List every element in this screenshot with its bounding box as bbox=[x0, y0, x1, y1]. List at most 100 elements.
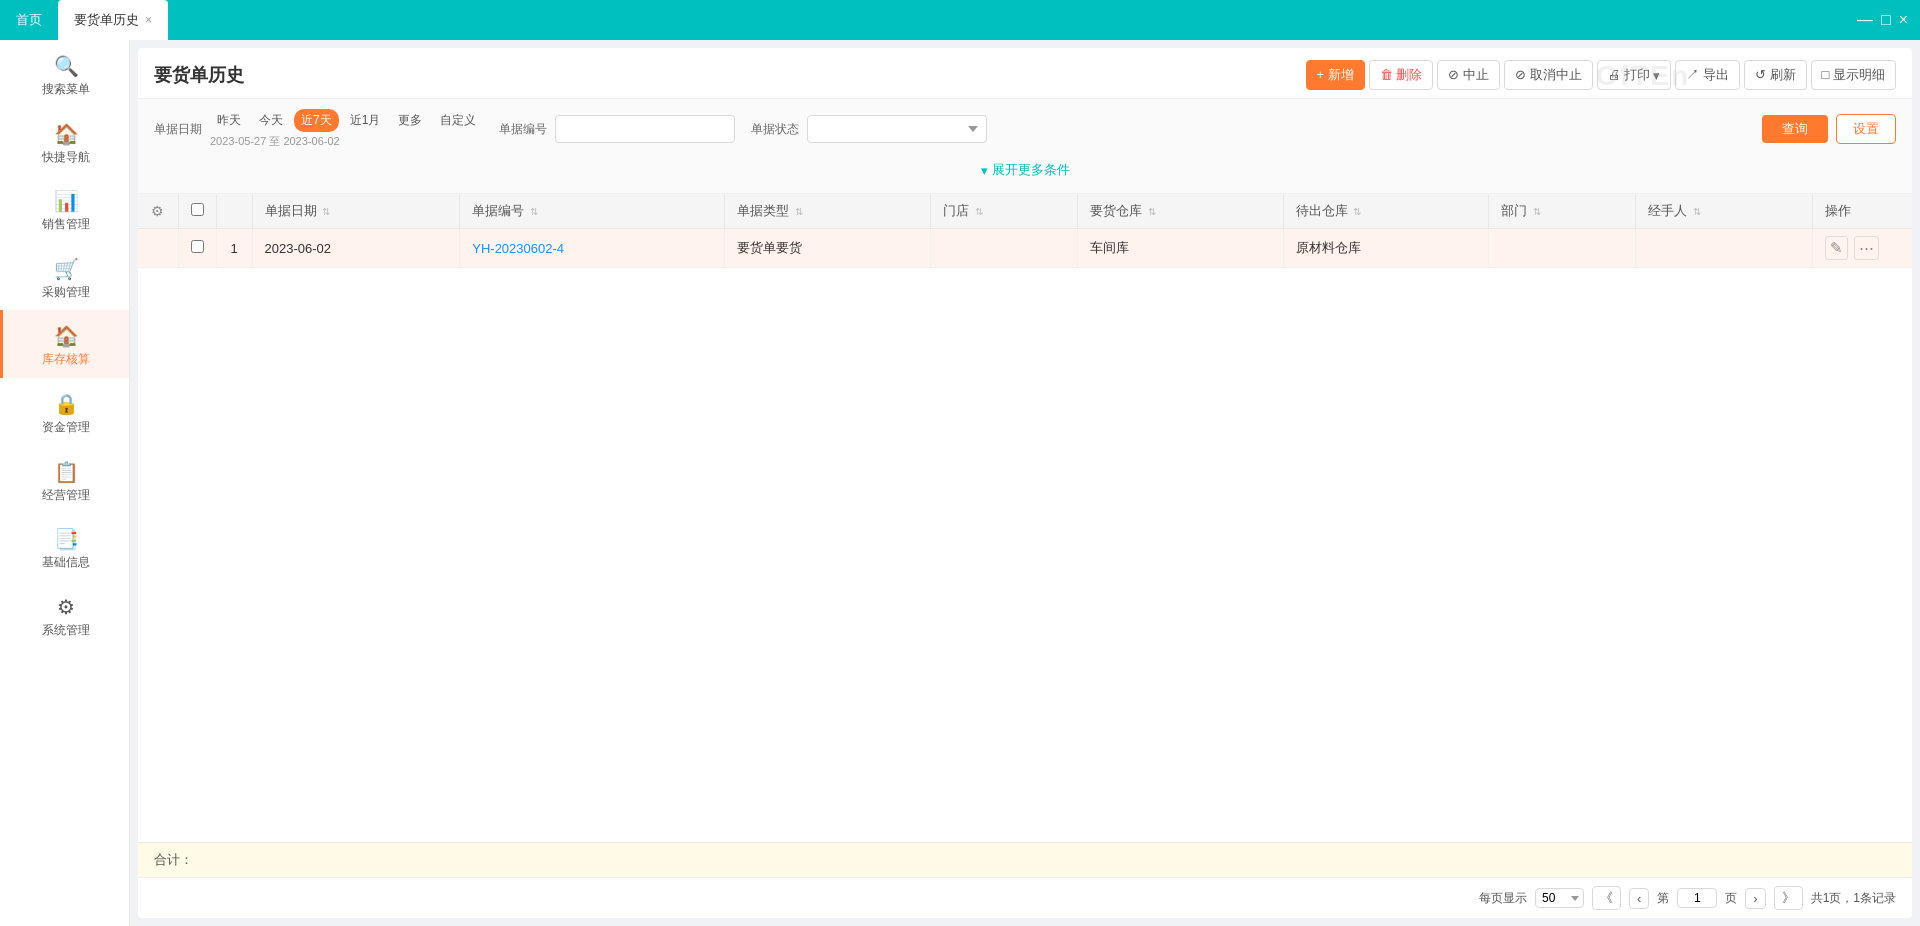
date-btn-1month[interactable]: 近1月 bbox=[343, 109, 388, 132]
th-req-warehouse: 要货仓库 ⇅ bbox=[1077, 194, 1283, 229]
date-filter-group: 单据日期 昨天 今天 近7天 近1月 更多 自定义 2023-05-27 至 2… bbox=[154, 109, 483, 149]
main-layout: 🔍 搜索菜单 🏠 快捷导航 📊 销售管理 🛒 采购管理 🏠 库存核算 🔒 资金管… bbox=[0, 40, 1920, 926]
date-filter-label: 单据日期 bbox=[154, 121, 202, 138]
th-handler-label: 经手人 bbox=[1648, 203, 1687, 218]
settings-btn[interactable]: 设置 bbox=[1836, 114, 1896, 144]
sidebar-item-purchase[interactable]: 🛒 采购管理 bbox=[0, 243, 129, 311]
tab-close-icon[interactable]: × bbox=[145, 13, 152, 27]
more-icon[interactable]: ⋯ bbox=[1854, 236, 1879, 260]
filter-row-2: ▾ 展开更多条件 bbox=[154, 157, 1896, 183]
select-all-checkbox[interactable] bbox=[191, 203, 204, 216]
doc-no-label: 单据编号 bbox=[499, 121, 547, 138]
new-btn-label: + 新增 bbox=[1317, 66, 1354, 84]
print-btn[interactable]: 🖨 打印 ▾ bbox=[1597, 60, 1672, 90]
th-num bbox=[216, 194, 252, 229]
sidebar-item-system[interactable]: ⚙ 系统管理 bbox=[0, 581, 129, 649]
delete-btn[interactable]: 🗑 删除 bbox=[1369, 60, 1434, 90]
sort-doc-no-icon[interactable]: ⇅ bbox=[530, 206, 538, 217]
expand-btn[interactable]: ▾ 展开更多条件 bbox=[973, 157, 1078, 183]
sidebar-item-quick-nav[interactable]: 🏠 快捷导航 bbox=[0, 108, 129, 176]
sidebar-item-operations[interactable]: 📋 经营管理 bbox=[0, 446, 129, 514]
edit-icon[interactable]: ✎ bbox=[1825, 236, 1848, 260]
export-btn-label: ↗ 导出 bbox=[1686, 66, 1729, 84]
tab-home[interactable]: 首页 bbox=[0, 0, 58, 40]
th-checkbox bbox=[178, 194, 216, 229]
page-header: 要货单历史 + 新增 🗑 删除 ⊘ 中止 ⊘ 取消中止 🖨 bbox=[138, 48, 1912, 99]
maximize-btn[interactable]: □ bbox=[1881, 11, 1891, 29]
page-container: 要货单历史 + 新增 🗑 删除 ⊘ 中止 ⊘ 取消中止 🖨 bbox=[138, 48, 1912, 918]
cell-actions: ✎ ⋯ bbox=[1812, 229, 1912, 268]
data-table: ⚙ 单据日期 ⇅ 单据编号 bbox=[138, 194, 1912, 268]
sidebar-item-purchase-label: 采购管理 bbox=[42, 285, 90, 301]
date-btn-yesterday[interactable]: 昨天 bbox=[210, 109, 248, 132]
sidebar-item-search[interactable]: 🔍 搜索菜单 bbox=[0, 40, 129, 108]
doc-no-input[interactable] bbox=[555, 115, 735, 143]
th-doc-type: 单据类型 ⇅ bbox=[725, 194, 931, 229]
first-page-btn[interactable]: 《 bbox=[1592, 886, 1621, 910]
sort-req-warehouse-icon[interactable]: ⇅ bbox=[1148, 206, 1156, 217]
cell-department bbox=[1489, 229, 1636, 268]
doc-status-filter-group: 单据状态 bbox=[751, 115, 987, 143]
doc-no-link[interactable]: YH-20230602-4 bbox=[472, 241, 564, 256]
date-range-btns: 昨天 今天 近7天 近1月 更多 自定义 bbox=[210, 109, 483, 132]
close-btn[interactable]: × bbox=[1899, 11, 1908, 29]
display-detail-btn[interactable]: □ 显示明细 bbox=[1811, 60, 1896, 90]
footer-sum: 合计： bbox=[138, 842, 1912, 877]
th-actions-label: 操作 bbox=[1825, 203, 1851, 218]
cell-handler bbox=[1636, 229, 1812, 268]
next-page-btn[interactable]: › bbox=[1745, 888, 1765, 909]
top-bar: 首页 要货单历史 × — □ × bbox=[0, 0, 1920, 40]
page-title: 要货单历史 bbox=[154, 63, 244, 87]
prev-page-btn[interactable]: ‹ bbox=[1629, 888, 1649, 909]
inventory-icon: 🏠 bbox=[54, 324, 79, 348]
date-btn-custom[interactable]: 自定义 bbox=[433, 109, 483, 132]
per-page-label: 每页显示 bbox=[1479, 890, 1527, 907]
total-info: 共1页，1条记录 bbox=[1811, 890, 1896, 907]
purchase-icon: 🛒 bbox=[54, 257, 79, 281]
date-btn-7days[interactable]: 近7天 bbox=[294, 109, 339, 132]
th-settings[interactable]: ⚙ bbox=[138, 194, 178, 229]
th-actions: 操作 bbox=[1812, 194, 1912, 229]
home-icon: 🏠 bbox=[54, 122, 79, 146]
refresh-btn[interactable]: ↺ 刷新 bbox=[1744, 60, 1807, 90]
top-tabs: 首页 要货单历史 × bbox=[0, 0, 1857, 40]
sort-department-icon[interactable]: ⇅ bbox=[1533, 206, 1541, 217]
sort-date-icon[interactable]: ⇅ bbox=[322, 206, 330, 217]
search-icon: 🔍 bbox=[54, 54, 79, 78]
cancel-stop-btn[interactable]: ⊘ 取消中止 bbox=[1504, 60, 1593, 90]
refresh-btn-label: ↺ 刷新 bbox=[1755, 66, 1796, 84]
export-btn[interactable]: ↗ 导出 bbox=[1675, 60, 1740, 90]
sidebar-item-finance[interactable]: 🔒 资金管理 bbox=[0, 378, 129, 446]
page-suffix: 页 bbox=[1725, 890, 1737, 907]
row-checkbox[interactable] bbox=[191, 240, 204, 253]
sidebar-item-finance-label: 资金管理 bbox=[42, 420, 90, 436]
table-settings-icon[interactable]: ⚙ bbox=[150, 203, 166, 219]
th-date: 单据日期 ⇅ bbox=[252, 194, 460, 229]
doc-status-select[interactable] bbox=[807, 115, 987, 143]
sort-handler-icon[interactable]: ⇅ bbox=[1693, 206, 1701, 217]
date-range-text: 2023-05-27 至 2023-06-02 bbox=[210, 134, 483, 149]
stop-btn[interactable]: ⊘ 中止 bbox=[1437, 60, 1500, 90]
content-area: 要货单历史 + 新增 🗑 删除 ⊘ 中止 ⊘ 取消中止 🖨 bbox=[130, 40, 1920, 926]
sort-store-icon[interactable]: ⇅ bbox=[975, 206, 983, 217]
sidebar-item-sales[interactable]: 📊 销售管理 bbox=[0, 175, 129, 243]
new-btn[interactable]: + 新增 bbox=[1306, 60, 1365, 90]
filter-row-1: 单据日期 昨天 今天 近7天 近1月 更多 自定义 2023-05-27 至 2… bbox=[154, 109, 1896, 149]
sidebar-item-inventory-label: 库存核算 bbox=[42, 352, 90, 368]
query-btn[interactable]: 查询 bbox=[1762, 115, 1828, 143]
date-btn-more[interactable]: 更多 bbox=[391, 109, 429, 132]
per-page-select[interactable]: 20 50 100 bbox=[1535, 888, 1584, 908]
page-input[interactable] bbox=[1677, 888, 1717, 908]
sort-pending-warehouse-icon[interactable]: ⇅ bbox=[1353, 206, 1361, 217]
sidebar-item-inventory[interactable]: 🏠 库存核算 bbox=[0, 310, 129, 378]
last-page-btn[interactable]: 》 bbox=[1774, 886, 1803, 910]
sidebar-item-basic-info[interactable]: 📑 基础信息 bbox=[0, 513, 129, 581]
sort-doc-type-icon[interactable]: ⇅ bbox=[795, 206, 803, 217]
tab-history[interactable]: 要货单历史 × bbox=[58, 0, 168, 40]
filter-actions: 查询 设置 bbox=[1762, 114, 1896, 144]
system-icon: ⚙ bbox=[57, 595, 75, 619]
date-btn-today[interactable]: 今天 bbox=[252, 109, 290, 132]
minimize-btn[interactable]: — bbox=[1857, 11, 1873, 29]
cell-pending-warehouse: 原材料仓库 bbox=[1283, 229, 1489, 268]
th-pending-warehouse-label: 待出仓库 bbox=[1296, 203, 1348, 218]
